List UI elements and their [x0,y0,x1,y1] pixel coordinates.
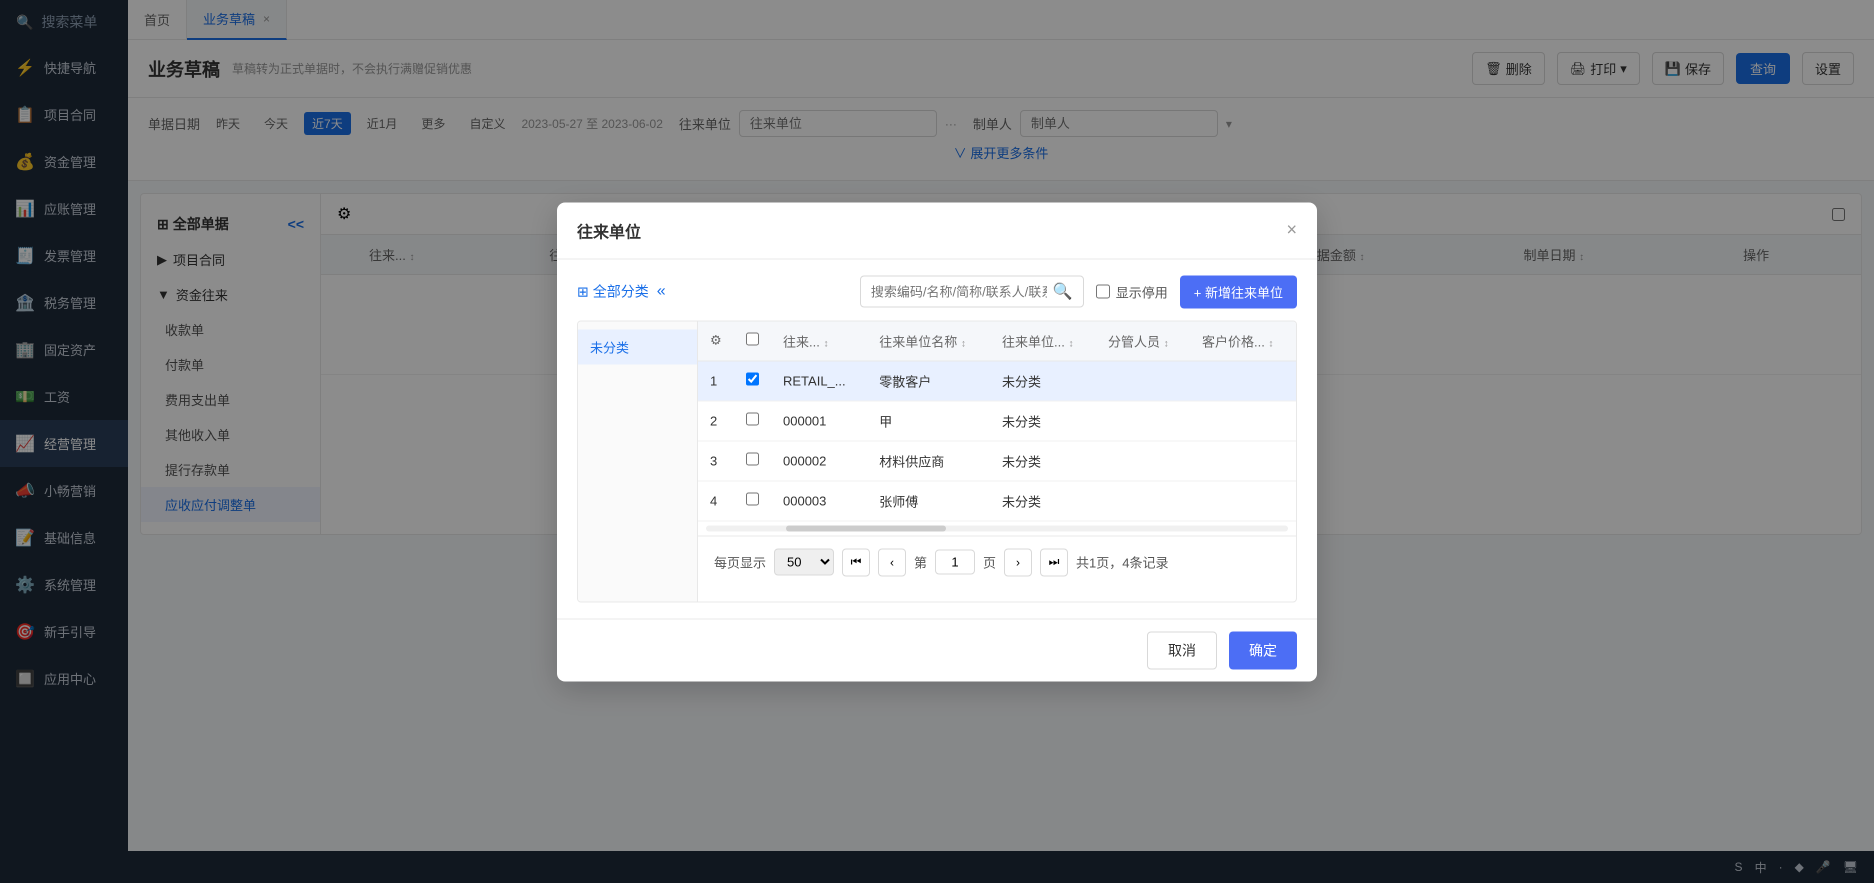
cell-row-checkbox[interactable] [734,441,771,481]
cell-category: 未分类 [990,401,1096,441]
row-checkbox[interactable] [746,453,759,466]
dialog-footer: 取消 确定 [557,618,1317,681]
cell-price [1190,401,1296,441]
th-code[interactable]: 往来... ↕ [771,321,867,361]
cell-num: 1 [698,361,734,401]
cell-row-checkbox[interactable] [734,361,771,401]
per-page-label: 每页显示 [714,553,766,572]
th-price[interactable]: 客户价格... ↕ [1190,321,1296,361]
cell-code: 000001 [771,401,867,441]
cell-num: 4 [698,481,734,521]
total-info: 共1页，4条记录 [1076,553,1168,572]
page-unit: 页 [983,553,996,572]
dialog-close-button[interactable]: × [1286,220,1297,241]
table-row[interactable]: 3 000002 材料供应商 未分类 [698,441,1296,481]
cell-price [1190,441,1296,481]
cell-row-checkbox[interactable] [734,401,771,441]
table-row[interactable]: 4 000003 张师傅 未分类 [698,481,1296,521]
confirm-button[interactable]: 确定 [1229,631,1297,669]
cat-item-unclassified[interactable]: 未分类 [578,329,697,364]
dialog-toolbar: ⊞ 全部分类 « 🔍 显示停用 + 新增往来单位 [577,275,1297,308]
pagination: 每页显示 50 20 100 ⏮ ‹ 第 页 › ⏭ 共1页，4条记录 [698,535,1296,588]
cell-name: 零散客户 [867,361,990,401]
cell-manager [1096,481,1190,521]
cell-category: 未分类 [990,481,1096,521]
cell-name: 张师傅 [867,481,990,521]
show-disabled-checkbox[interactable] [1096,285,1110,299]
th-checkbox [734,321,771,361]
table-row[interactable]: 1 RETAIL_... 零散客户 未分类 [698,361,1296,401]
partner-table: ⚙ 往来... ↕ 往来单位名称 ↕ 往来单位... ↕ 分管人员 ↕ 客户价格… [698,321,1296,601]
cell-manager [1096,401,1190,441]
search-box: 🔍 [860,276,1084,308]
horizontal-scrollbar[interactable] [706,525,1288,531]
next-page-button[interactable]: › [1004,548,1032,576]
th-category[interactable]: 往来单位... ↕ [990,321,1096,361]
cancel-button[interactable]: 取消 [1147,631,1217,669]
cell-num: 3 [698,441,734,481]
grid-icon: ⊞ [577,283,589,300]
table-row[interactable]: 2 000001 甲 未分类 [698,401,1296,441]
cell-price [1190,361,1296,401]
row-checkbox[interactable] [746,373,759,386]
show-disabled-label: 显示停用 [1116,282,1168,301]
dialog-left-nav: ⊞ 全部分类 « [577,282,666,302]
cell-category: 未分类 [990,361,1096,401]
cell-code: RETAIL_... [771,361,867,401]
show-disabled-toggle[interactable]: 显示停用 [1096,282,1168,301]
row-checkbox[interactable] [746,493,759,506]
cell-name: 甲 [867,401,990,441]
partner-dialog: 往来单位 × ⊞ 全部分类 « 🔍 显示停用 + 新 [557,202,1317,681]
dialog-content: 未分类 ⚙ 往来... ↕ 往来单位名称 ↕ 往来单位... ↕ [577,320,1297,602]
cell-category: 未分类 [990,441,1096,481]
partner-search-input[interactable] [871,284,1047,299]
th-manager[interactable]: 分管人员 ↕ [1096,321,1190,361]
cell-row-checkbox[interactable] [734,481,771,521]
cell-manager [1096,441,1190,481]
dialog-collapse-button[interactable]: « [657,283,666,301]
dialog-body: ⊞ 全部分类 « 🔍 显示停用 + 新增往来单位 未分 [557,259,1317,618]
page-size-select[interactable]: 50 20 100 [774,549,834,576]
dialog-header: 往来单位 × [557,202,1317,259]
th-settings[interactable]: ⚙ [698,321,734,361]
page-label: 第 [914,553,927,572]
first-page-button[interactable]: ⏮ [842,548,870,576]
dialog-right-toolbar: 🔍 显示停用 + 新增往来单位 [860,275,1297,308]
cell-num: 2 [698,401,734,441]
cell-code: 000003 [771,481,867,521]
page-number-input[interactable] [935,550,975,575]
category-all-label[interactable]: ⊞ 全部分类 [577,282,649,302]
cell-name: 材料供应商 [867,441,990,481]
search-icon: 🔍 [1053,282,1073,302]
prev-page-button[interactable]: ‹ [878,548,906,576]
cell-code: 000002 [771,441,867,481]
category-tree: 未分类 [578,321,698,601]
row-checkbox[interactable] [746,413,759,426]
dialog-title: 往来单位 [577,218,641,242]
th-name[interactable]: 往来单位名称 ↕ [867,321,990,361]
scrollbar-thumb[interactable] [786,525,946,531]
cell-manager [1096,361,1190,401]
add-partner-button[interactable]: + 新增往来单位 [1180,275,1297,308]
select-all-dialog-checkbox[interactable] [746,333,759,346]
cell-price [1190,481,1296,521]
last-page-button[interactable]: ⏭ [1040,548,1068,576]
